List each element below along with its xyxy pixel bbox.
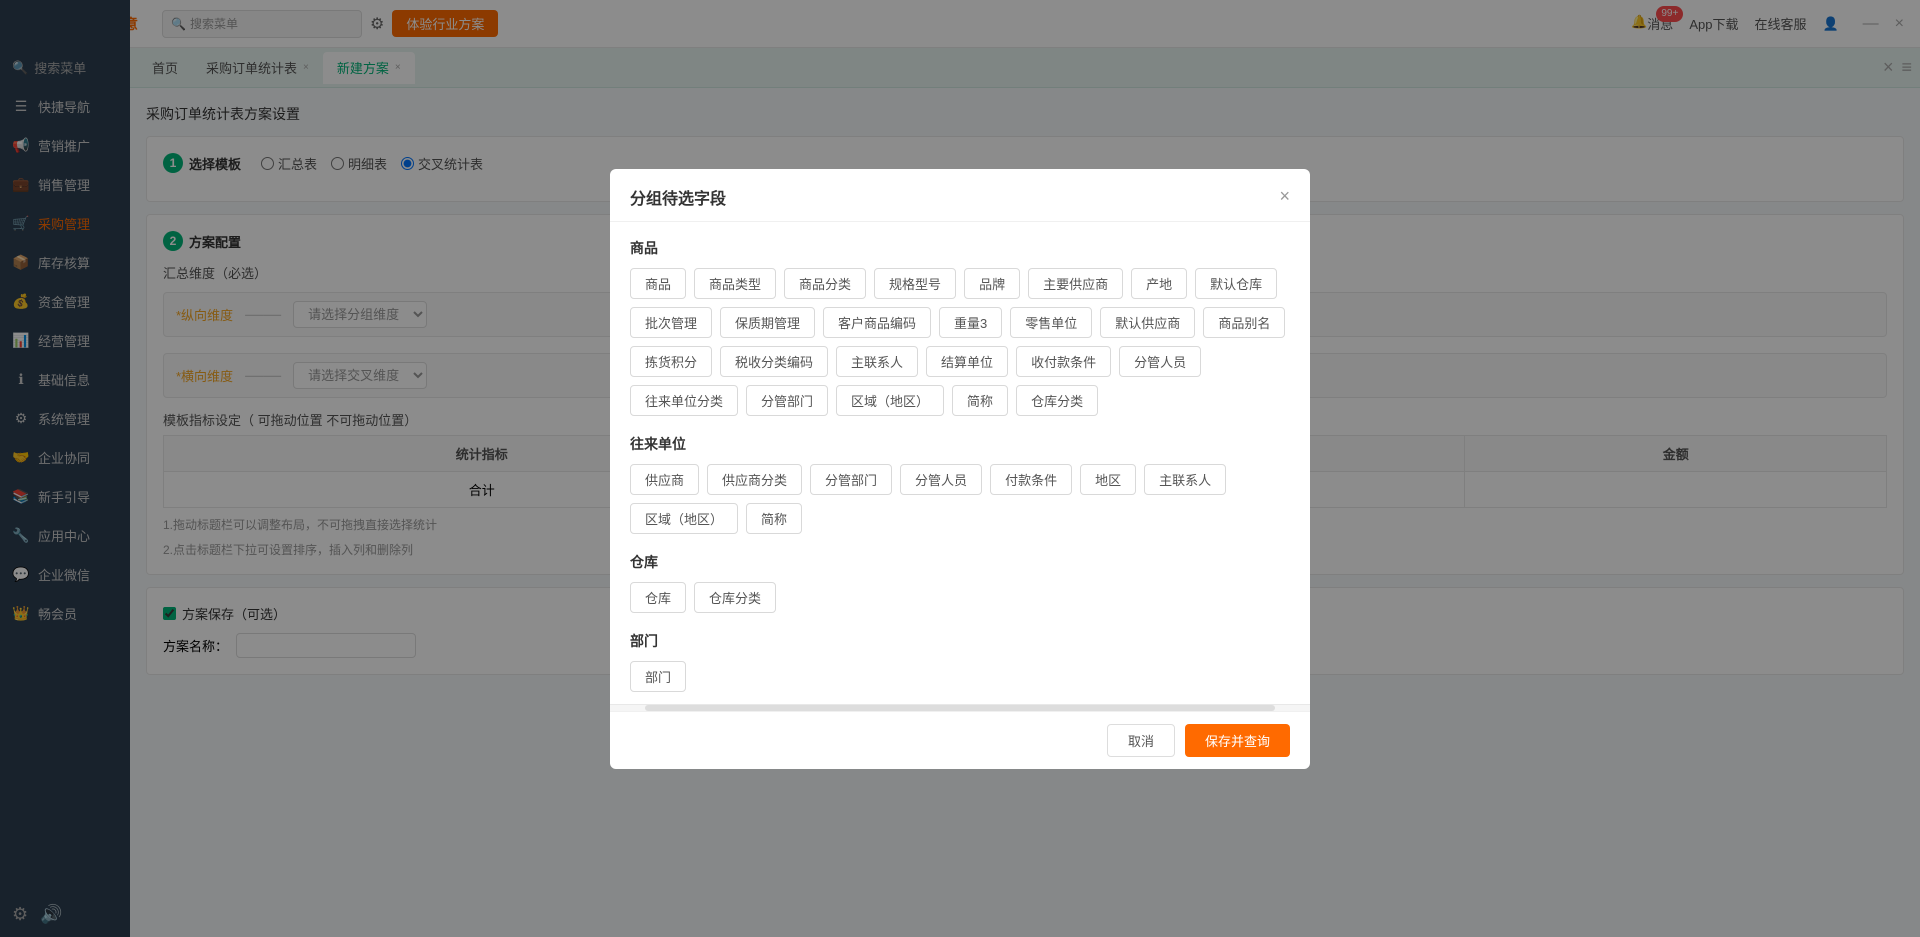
field-tag[interactable]: 仓库 bbox=[630, 582, 686, 613]
field-tag[interactable]: 仓库分类 bbox=[1016, 385, 1098, 416]
field-tag[interactable]: 保质期管理 bbox=[720, 307, 815, 338]
field-tag[interactable]: 仓库分类 bbox=[694, 582, 776, 613]
field-tag[interactable]: 地区 bbox=[1080, 464, 1136, 495]
field-tag[interactable]: 分管部门 bbox=[746, 385, 828, 416]
modal-confirm-button[interactable]: 保存并查询 bbox=[1185, 724, 1290, 757]
modal-dialog: 分组待选字段 × 商品 商品 商品类型 商品分类 规格型号 品牌 主要供应商 产… bbox=[610, 169, 1310, 769]
field-tag[interactable]: 主要供应商 bbox=[1028, 268, 1123, 299]
field-tags-warehouse: 仓库 仓库分类 bbox=[630, 582, 1290, 613]
modal-title: 分组待选字段 bbox=[630, 185, 726, 209]
modal-body: 商品 商品 商品类型 商品分类 规格型号 品牌 主要供应商 产地 默认仓库 批次… bbox=[610, 222, 1310, 704]
field-group-partner: 往来单位 供应商 供应商分类 分管部门 分管人员 付款条件 地区 主联系人 区域… bbox=[630, 434, 1290, 534]
field-tag[interactable]: 简称 bbox=[746, 503, 802, 534]
field-tag[interactable]: 默认仓库 bbox=[1195, 268, 1277, 299]
field-tag[interactable]: 收付款条件 bbox=[1016, 346, 1111, 377]
field-tag[interactable]: 客户商品编码 bbox=[823, 307, 931, 338]
field-tag[interactable]: 主联系人 bbox=[1144, 464, 1226, 495]
modal-horizontal-scroll[interactable] bbox=[610, 704, 1310, 711]
field-tag[interactable]: 主联系人 bbox=[836, 346, 918, 377]
field-tag[interactable]: 商品别名 bbox=[1203, 307, 1285, 338]
field-tags-goods: 商品 商品类型 商品分类 规格型号 品牌 主要供应商 产地 默认仓库 批次管理 … bbox=[630, 268, 1290, 416]
modal-footer: 取消 保存并查询 bbox=[610, 711, 1310, 769]
field-tag[interactable]: 供应商分类 bbox=[707, 464, 802, 495]
horizontal-scroll-thumb bbox=[645, 705, 1275, 711]
field-tag[interactable]: 分管人员 bbox=[1119, 346, 1201, 377]
field-tag[interactable]: 付款条件 bbox=[990, 464, 1072, 495]
field-tag[interactable]: 部门 bbox=[630, 661, 686, 692]
field-tag[interactable]: 区域（地区） bbox=[630, 503, 738, 534]
field-group-warehouse: 仓库 仓库 仓库分类 bbox=[630, 552, 1290, 613]
field-tag[interactable]: 重量3 bbox=[939, 307, 1002, 338]
field-group-partner-title: 往来单位 bbox=[630, 434, 1290, 454]
field-tag[interactable]: 分管人员 bbox=[900, 464, 982, 495]
modal-close-button[interactable]: × bbox=[1279, 186, 1290, 207]
field-tag[interactable]: 税收分类编码 bbox=[720, 346, 828, 377]
field-tag[interactable]: 产地 bbox=[1131, 268, 1187, 299]
field-tag[interactable]: 拣货积分 bbox=[630, 346, 712, 377]
field-tag[interactable]: 分管部门 bbox=[810, 464, 892, 495]
field-tags-dept: 部门 bbox=[630, 661, 1290, 692]
field-tag[interactable]: 批次管理 bbox=[630, 307, 712, 338]
field-tag[interactable]: 简称 bbox=[952, 385, 1008, 416]
field-group-goods-title: 商品 bbox=[630, 238, 1290, 258]
field-tag[interactable]: 商品 bbox=[630, 268, 686, 299]
field-tag[interactable]: 商品分类 bbox=[784, 268, 866, 299]
field-tag[interactable]: 规格型号 bbox=[874, 268, 956, 299]
field-tag[interactable]: 商品类型 bbox=[694, 268, 776, 299]
field-tag[interactable]: 往来单位分类 bbox=[630, 385, 738, 416]
modal-cancel-button[interactable]: 取消 bbox=[1107, 724, 1175, 757]
field-tag[interactable]: 结算单位 bbox=[926, 346, 1008, 377]
field-group-dept: 部门 部门 bbox=[630, 631, 1290, 692]
modal-overlay: 分组待选字段 × 商品 商品 商品类型 商品分类 规格型号 品牌 主要供应商 产… bbox=[0, 0, 1920, 937]
field-tags-partner: 供应商 供应商分类 分管部门 分管人员 付款条件 地区 主联系人 区域（地区） … bbox=[630, 464, 1290, 534]
field-tag[interactable]: 供应商 bbox=[630, 464, 699, 495]
field-group-dept-title: 部门 bbox=[630, 631, 1290, 651]
field-tag[interactable]: 品牌 bbox=[964, 268, 1020, 299]
field-tag[interactable]: 默认供应商 bbox=[1100, 307, 1195, 338]
field-group-goods: 商品 商品 商品类型 商品分类 规格型号 品牌 主要供应商 产地 默认仓库 批次… bbox=[630, 238, 1290, 416]
field-group-warehouse-title: 仓库 bbox=[630, 552, 1290, 572]
modal-header: 分组待选字段 × bbox=[610, 169, 1310, 222]
field-tag[interactable]: 区域（地区） bbox=[836, 385, 944, 416]
field-tag[interactable]: 零售单位 bbox=[1010, 307, 1092, 338]
